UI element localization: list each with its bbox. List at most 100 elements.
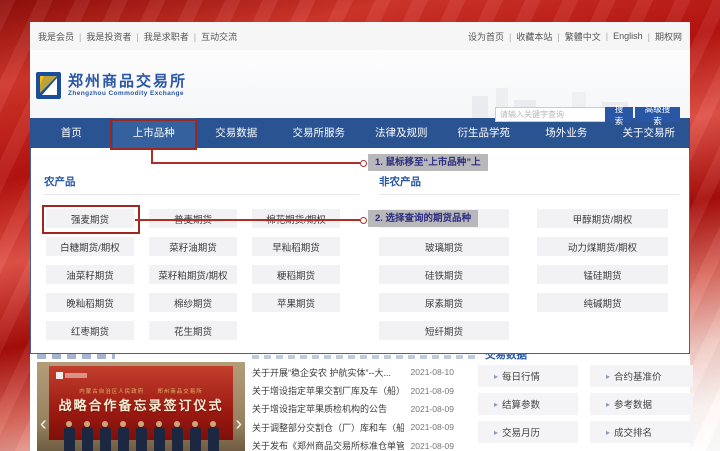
pill-label: 成交排名 [614, 428, 653, 439]
carousel-photo-subtitle: 内蒙古自治区人民政府 郑州商品交易所 [79, 389, 203, 395]
product-early-rice[interactable]: 早籼稻期货 [252, 237, 340, 256]
product-silicon-manganese[interactable]: 锰硅期货 [537, 265, 668, 284]
annotation-connector-step1 [151, 162, 360, 164]
agri-section-title: 农产品 [44, 172, 359, 195]
product-rapeseed-oil[interactable]: 菜籽油期货 [149, 237, 237, 256]
news-carousel[interactable]: 内蒙古自治区人民政府 郑州商品交易所 战略合作备忘录签订仪式 ‹ › [37, 362, 245, 451]
pill-label: 合约基准价 [614, 372, 662, 383]
site-header: 郑州商品交易所 Zhengzhou Commodity Exchange 搜索 … [30, 50, 690, 126]
link-set-homepage[interactable]: 设为首页 [468, 30, 504, 43]
pill-label: 结算参数 [502, 400, 541, 411]
nav-listed-products[interactable]: 上市品种 [112, 118, 195, 148]
product-glass[interactable]: 玻璃期货 [379, 237, 509, 256]
link-settlement-parameters[interactable]: ▸ 结算参数 [478, 393, 578, 415]
link-daily-quotes[interactable]: ▸ 每日行情 [478, 365, 578, 387]
listed-products-dropdown: 农产品 非农产品 强麦期货 普麦期货 棉花期货/期权 白糖期货/期权 菜籽油期货… [30, 148, 690, 354]
link-interaction[interactable]: 互动交流 [189, 30, 237, 43]
annotation-endpoint-step2 [360, 217, 367, 224]
product-strong-wheat[interactable]: 强麦期货 [46, 209, 134, 228]
nav-derivatives-academy[interactable]: 衍生品学苑 [443, 118, 526, 148]
utility-links-left: 我是会员 我是投资者 我是求职者 互动交流 [38, 30, 237, 43]
annotation-connector-step2 [135, 219, 360, 221]
page-body: 内蒙古自治区人民政府 郑州商品交易所 战略合作备忘录签订仪式 ‹ › 关于开展“… [30, 349, 693, 451]
clipped-section-header-left [37, 354, 115, 359]
people-silhouettes [57, 421, 225, 451]
nav-exchange-services[interactable]: 交易所服务 [278, 118, 361, 148]
clipped-section-header-mid [252, 355, 480, 359]
main-nav: 首页 上市品种 交易数据 交易所服务 法律及规则 衍生品学苑 场外业务 关于交易… [30, 118, 690, 148]
link-bookmark[interactable]: 收藏本站 [504, 30, 552, 43]
link-options-site[interactable]: 期权网 [643, 30, 682, 43]
news-title: 关于调整部分交割仓（厂）库和车（船）... [252, 422, 404, 433]
site-panel: 我是会员 我是投资者 我是求职者 互动交流 设为首页 收藏本站 繁體中文 Eng… [30, 22, 693, 451]
news-item[interactable]: 关于增设指定苹果质检机构的公告 2021-08-09 [252, 400, 454, 418]
bullet-icon: ▸ [494, 399, 499, 409]
link-contract-benchmark-price[interactable]: ▸ 合约基准价 [590, 365, 693, 387]
news-item[interactable]: 关于调整部分交割仓（厂）库和车（船）... 2021-08-09 [252, 418, 454, 436]
product-apple[interactable]: 苹果期货 [252, 293, 340, 312]
screenshot-root: 我是会员 我是投资者 我是求职者 互动交流 设为首页 收藏本站 繁體中文 Eng… [0, 0, 720, 451]
product-white-sugar[interactable]: 白糖期货/期权 [46, 237, 134, 256]
news-date: 2021-08-09 [410, 422, 454, 433]
news-item[interactable]: 关于发布《郑州商品交易所标准仓单管理... 2021-08-09 [252, 437, 454, 451]
product-urea[interactable]: 尿素期货 [379, 293, 509, 312]
news-title: 关于增设指定苹果交割厂库及车（船）板... [252, 386, 404, 397]
product-cotton-yarn[interactable]: 棉纱期货 [149, 293, 237, 312]
annotation-step1: 1. 鼠标移至“上市品种”上 [368, 154, 488, 171]
news-title: 关于增设指定苹果质检机构的公告 [252, 404, 388, 415]
utility-bar: 我是会员 我是投资者 我是求职者 互动交流 设为首页 收藏本站 繁體中文 Eng… [30, 22, 690, 50]
search-button[interactable]: 搜索 [605, 104, 633, 126]
brand[interactable]: 郑州商品交易所 Zhengzhou Commodity Exchange [36, 72, 187, 99]
link-volume-ranking[interactable]: ▸ 成交排名 [590, 421, 693, 443]
link-jobseeker[interactable]: 我是求职者 [131, 30, 189, 43]
news-date: 2021-08-09 [410, 403, 454, 414]
link-english[interactable]: English [601, 31, 643, 41]
bullet-icon: ▸ [606, 427, 611, 437]
news-date: 2021-08-09 [410, 440, 454, 451]
bullet-icon: ▸ [494, 371, 499, 381]
product-short-fiber[interactable]: 短纤期货 [379, 321, 509, 340]
nonagri-section-title: 非农产品 [379, 172, 679, 195]
nav-home[interactable]: 首页 [30, 118, 113, 148]
product-methanol[interactable]: 甲醇期货/期权 [537, 209, 668, 228]
carousel-photo-title: 战略合作备忘录签订仪式 [58, 398, 224, 413]
product-rapeseed[interactable]: 油菜籽期货 [46, 265, 134, 284]
nav-otc-business[interactable]: 场外业务 [525, 118, 608, 148]
bullet-icon: ▸ [606, 371, 611, 381]
agri-products-grid: 强麦期货 普麦期货 棉花期货/期权 白糖期货/期权 菜籽油期货 早籼稻期货 油菜… [46, 209, 340, 340]
advanced-search-button[interactable]: 高级搜索 [635, 104, 680, 126]
nonagri-products-grid: 甲醇期货/期权 玻璃期货 动力煤期货/期权 硅铁期货 锰硅期货 尿素期货 纯碱期… [379, 209, 668, 340]
news-item[interactable]: 关于开展“稳企安农 护航实体”--大... 2021-08-10 [252, 363, 454, 381]
utility-links-right: 设为首页 收藏本站 繁體中文 English 期权网 [468, 30, 682, 43]
nav-trading-data[interactable]: 交易数据 [195, 118, 278, 148]
pill-label: 每日行情 [502, 372, 541, 383]
pill-label: 交易月历 [502, 428, 541, 439]
product-japonica-rice[interactable]: 粳稻期货 [252, 265, 340, 284]
carousel-prev-icon[interactable]: ‹ [40, 414, 47, 434]
news-date: 2021-08-10 [410, 367, 454, 378]
news-item[interactable]: 关于增设指定苹果交割厂库及车（船）板... 2021-08-09 [252, 381, 454, 399]
news-title: 关于开展“稳企安农 护航实体”--大... [252, 367, 391, 378]
link-traditional-chinese[interactable]: 繁體中文 [552, 30, 601, 43]
product-peanut[interactable]: 花生期货 [149, 321, 237, 340]
carousel-next-icon[interactable]: › [235, 414, 242, 434]
link-member[interactable]: 我是会员 [38, 30, 74, 43]
link-reference-data[interactable]: ▸ 参考数据 [590, 393, 693, 415]
zce-logo-icon [36, 72, 61, 99]
annotation-endpoint-step1 [360, 160, 367, 167]
product-ferrosilicon[interactable]: 硅铁期货 [379, 265, 509, 284]
product-soda-ash[interactable]: 纯碱期货 [537, 293, 668, 312]
product-jujube[interactable]: 红枣期货 [46, 321, 134, 340]
link-trading-calendar[interactable]: ▸ 交易月历 [478, 421, 578, 443]
search-input[interactable] [495, 107, 605, 122]
product-late-rice[interactable]: 晚籼稻期货 [46, 293, 134, 312]
product-thermal-coal[interactable]: 动力煤期货/期权 [537, 237, 668, 256]
product-rapeseed-meal[interactable]: 菜籽粕期货/期权 [149, 265, 237, 284]
news-list: 关于开展“稳企安农 护航实体”--大... 2021-08-10 关于增设指定苹… [252, 363, 454, 451]
bullet-icon: ▸ [606, 399, 611, 409]
news-title: 关于发布《郑州商品交易所标准仓单管理... [252, 441, 404, 451]
news-date: 2021-08-09 [410, 385, 454, 396]
link-investor[interactable]: 我是投资者 [74, 30, 131, 43]
zce-small-logo-icon [56, 372, 87, 379]
nav-laws-rules[interactable]: 法律及规则 [360, 118, 443, 148]
